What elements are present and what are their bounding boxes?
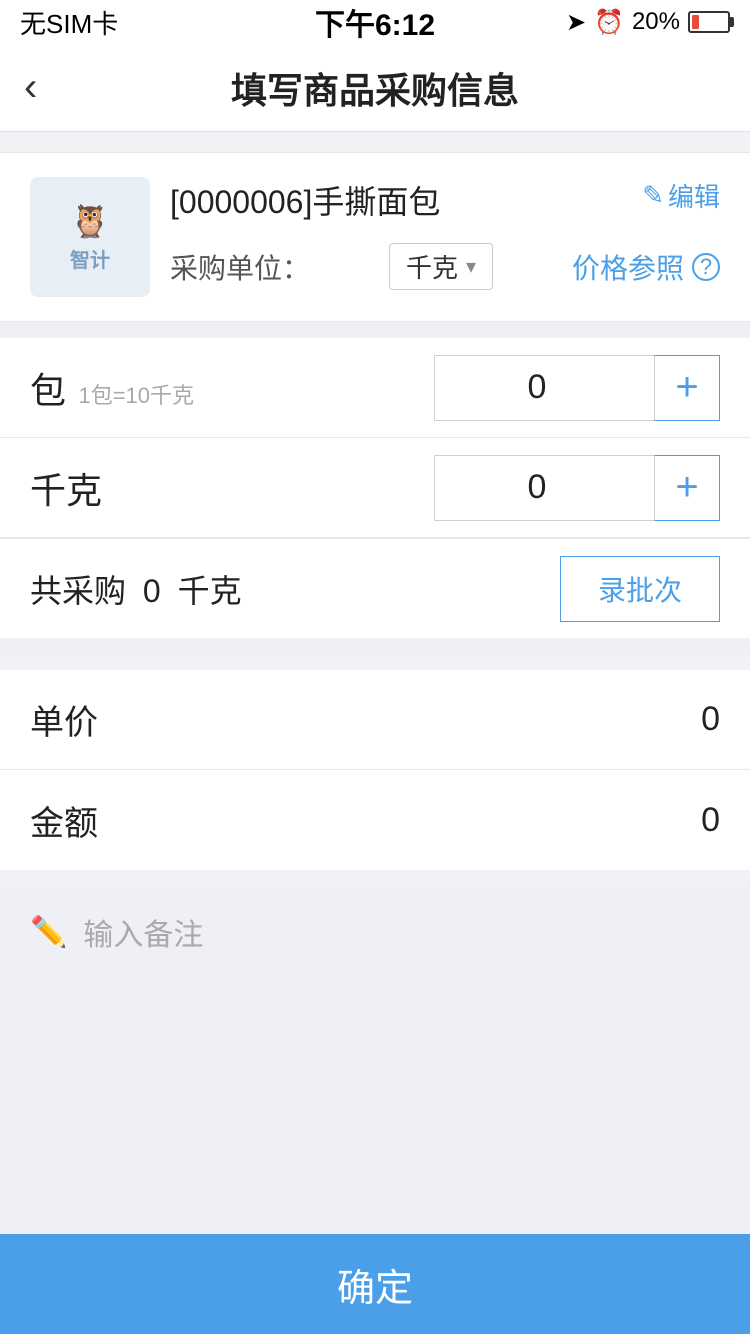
pencil-icon: ✏️: [30, 915, 67, 950]
bag-quantity-input[interactable]: [434, 355, 654, 421]
confirm-button[interactable]: 确定: [0, 1234, 750, 1334]
product-header: [0000006]手撕面包 ✎ 编辑: [170, 177, 720, 223]
bag-input-group: +: [434, 355, 720, 421]
kg-label-group: 千克: [30, 462, 150, 514]
location-icon: ➤: [566, 8, 586, 37]
page-title: 填写商品采购信息: [231, 62, 519, 114]
edit-icon: ✎: [642, 180, 664, 211]
dropdown-arrow-icon: ▾: [466, 254, 476, 279]
batch-button[interactable]: 录批次: [560, 556, 720, 622]
summary-text: 共采购 0 千克: [30, 566, 242, 612]
battery-icon: [688, 11, 730, 33]
price-ref-button[interactable]: 价格参照 ?: [572, 247, 720, 287]
input-section: 包 1包=10千克 + 千克 +: [0, 338, 750, 538]
product-image: 🦉 智计: [30, 177, 150, 297]
status-right: ➤ ⏰ 20%: [566, 8, 730, 37]
info-section: 单价 0 金额 0: [0, 670, 750, 870]
unit-select[interactable]: 千克 ▾: [389, 243, 493, 290]
summary-value: 0: [143, 573, 161, 609]
bag-input-row: 包 1包=10千克 +: [0, 338, 750, 438]
remark-section[interactable]: ✏️ 输入备注: [0, 886, 750, 978]
remark-placeholder: 输入备注: [83, 910, 203, 954]
status-bar: 无SIM卡 下午6:12 ➤ ⏰ 20%: [0, 0, 750, 44]
back-button[interactable]: ‹: [24, 65, 37, 110]
battery-percent: 20%: [632, 8, 680, 36]
amount-value: 0: [701, 801, 720, 840]
kg-label: 千克: [30, 470, 102, 511]
product-card: 🦉 智计 [0000006]手撕面包 ✎ 编辑 采购单位： 千克 ▾ 价格参照 …: [0, 152, 750, 322]
kg-input-row: 千克 +: [0, 438, 750, 538]
content-filler: [0, 978, 750, 1258]
product-name: [0000006]手撕面包: [170, 177, 440, 223]
bag-label-group: 包 1包=10千克: [30, 362, 194, 414]
carrier-label: 无SIM卡: [20, 4, 118, 41]
kg-plus-button[interactable]: +: [654, 455, 720, 521]
nav-bar: ‹ 填写商品采购信息: [0, 44, 750, 132]
kg-input-group: +: [434, 455, 720, 521]
bag-plus-button[interactable]: +: [654, 355, 720, 421]
bag-label: 包: [30, 370, 66, 411]
unit-price-label: 单价: [30, 695, 98, 744]
status-left: 无SIM卡: [20, 4, 128, 41]
help-icon: ?: [692, 253, 720, 281]
amount-label: 金额: [30, 796, 98, 845]
brand-text: 智计: [70, 244, 110, 273]
section-divider-1: [0, 322, 750, 338]
amount-row: 金额 0: [0, 770, 750, 870]
edit-button[interactable]: ✎ 编辑: [642, 177, 720, 214]
summary-row: 共采购 0 千克 录批次: [0, 538, 750, 638]
unit-price-value: 0: [701, 700, 720, 739]
unit-label: 采购单位：: [170, 247, 310, 287]
alarm-icon: ⏰: [594, 8, 624, 37]
status-time: 下午6:12: [315, 0, 435, 44]
product-info: [0000006]手撕面包 ✎ 编辑 采购单位： 千克 ▾ 价格参照 ?: [170, 177, 720, 290]
unit-price-row: 单价 0: [0, 670, 750, 770]
product-unit-row: 采购单位： 千克 ▾ 价格参照 ?: [170, 243, 720, 290]
bag-sub-label: 1包=10千克: [78, 383, 194, 408]
section-divider-2: [0, 638, 750, 654]
owl-icon: 🦉: [70, 202, 110, 240]
kg-quantity-input[interactable]: [434, 455, 654, 521]
